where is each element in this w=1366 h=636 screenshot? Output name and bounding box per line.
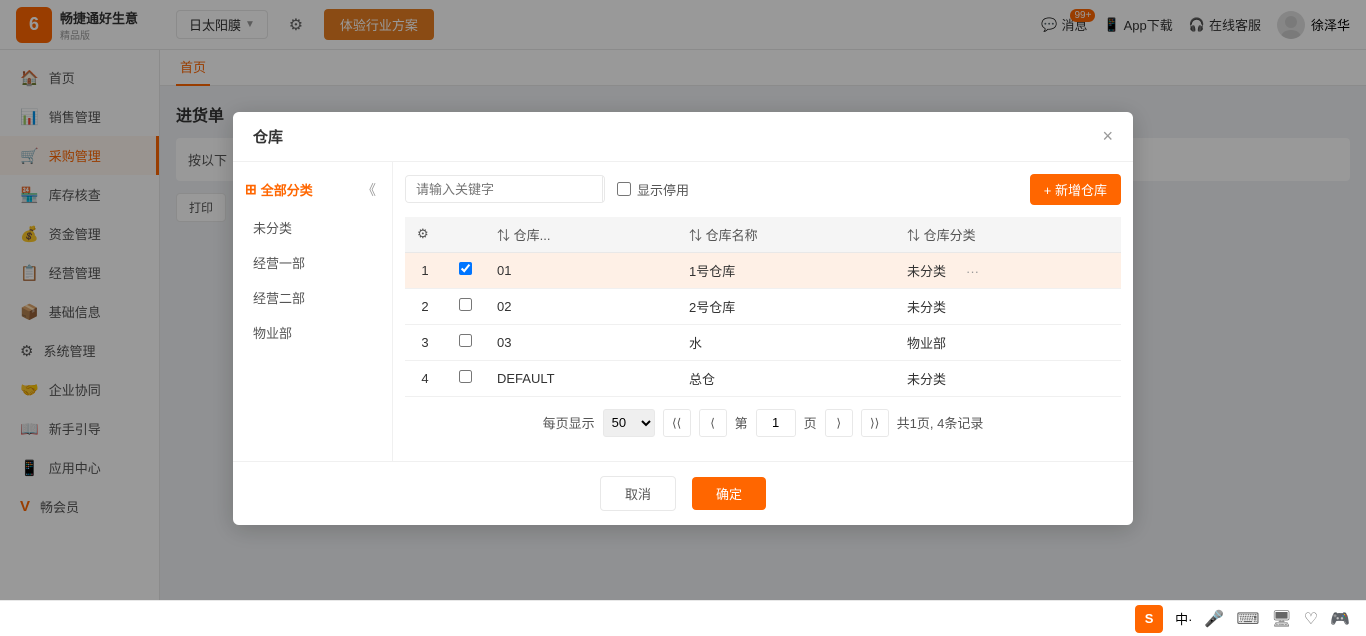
mic-icon[interactable]: 🎤: [1204, 609, 1224, 629]
modal-header: 仓库 ×: [233, 112, 1133, 162]
table-row[interactable]: 4 DEFAULT 总仓 未分类: [405, 360, 1121, 396]
bottom-label: 中·: [1175, 609, 1192, 628]
pagination: 每页显示 50 100 ⟨⟨ ⟨ 第 页 ⟩ ⟩⟩ 共1页, 4条记录: [405, 397, 1121, 449]
table-row[interactable]: 2 02 2号仓库 未分类: [405, 288, 1121, 324]
row-name: 2号仓库: [677, 288, 895, 324]
code-sort-icon: ⇅: [497, 228, 510, 243]
per-page-label: 每页显示: [543, 413, 595, 432]
next-page-button[interactable]: ⟩: [825, 409, 853, 437]
show-disabled-label: 显示停用: [637, 180, 689, 199]
row-name: 1号仓库: [677, 252, 895, 288]
page-label: 第: [735, 413, 748, 432]
collapse-icon[interactable]: 《: [358, 178, 380, 202]
modal-overlay[interactable]: 仓库 × ⊞ 全部分类 《 未分类 经营一部 经营二部 物业部: [0, 0, 1366, 636]
row-checkbox[interactable]: [445, 288, 485, 324]
page-input[interactable]: [756, 409, 796, 437]
table-row[interactable]: 3 03 水 物业部: [405, 324, 1121, 360]
show-disabled-checkbox[interactable]: [617, 182, 631, 196]
row-category: 未分类: [895, 288, 1121, 324]
modal-title: 仓库: [253, 126, 283, 147]
th-name: ⇅ 仓库名称: [677, 217, 895, 253]
monitor-icon[interactable]: 🖥: [1271, 609, 1291, 629]
heart-icon[interactable]: ♡: [1304, 609, 1318, 629]
all-category-text: 全部分类: [261, 180, 313, 199]
row-code: DEFAULT: [485, 360, 677, 396]
th-settings[interactable]: ⚙: [405, 217, 445, 253]
th-check: [445, 217, 485, 253]
keyboard-icon[interactable]: ⌨: [1236, 609, 1259, 629]
row-code: 01: [485, 252, 677, 288]
table-panel: 🔍 显示停用 + 新增仓库 ⚙: [393, 162, 1133, 461]
cancel-button[interactable]: 取消: [600, 476, 676, 511]
row-code: 02: [485, 288, 677, 324]
row-checkbox[interactable]: [445, 360, 485, 396]
close-icon[interactable]: ×: [1102, 127, 1113, 145]
table-row[interactable]: 1 01 1号仓库 未分类···: [405, 252, 1121, 288]
th-code: ⇅ 仓库...: [485, 217, 677, 253]
s-logo: S: [1135, 605, 1163, 633]
row-num: 4: [405, 360, 445, 396]
modal-footer: 取消 确定: [233, 461, 1133, 525]
warehouse-table: ⚙ ⇅ 仓库... ⇅ 仓库名称 ⇅: [405, 217, 1121, 397]
row-num: 1: [405, 252, 445, 288]
category-panel: ⊞ 全部分类 《 未分类 经营一部 经营二部 物业部: [233, 162, 393, 461]
category-item-property[interactable]: 物业部: [233, 315, 392, 350]
row-checkbox[interactable]: [445, 324, 485, 360]
row-category: 物业部: [895, 324, 1121, 360]
first-page-button[interactable]: ⟨⟨: [663, 409, 691, 437]
row-more-button[interactable]: ···: [966, 264, 979, 279]
row-code: 03: [485, 324, 677, 360]
add-warehouse-button[interactable]: + 新增仓库: [1030, 174, 1121, 205]
row-name: 水: [677, 324, 895, 360]
row-checkbox[interactable]: [445, 252, 485, 288]
table-toolbar: 🔍 显示停用 + 新增仓库: [405, 174, 1121, 205]
modal-body: ⊞ 全部分类 《 未分类 经营一部 经营二部 物业部 🔍: [233, 162, 1133, 461]
show-disabled-area: 显示停用: [617, 180, 689, 199]
category-item-dept1[interactable]: 经营一部: [233, 245, 392, 280]
row-num: 3: [405, 324, 445, 360]
confirm-button[interactable]: 确定: [692, 477, 766, 510]
bottom-bar: S 中· 🎤 ⌨ 🖥 ♡ 🎮: [0, 600, 1366, 636]
last-page-button[interactable]: ⟩⟩: [861, 409, 889, 437]
per-page-select[interactable]: 50 100: [603, 409, 655, 437]
warehouse-modal: 仓库 × ⊞ 全部分类 《 未分类 经营一部 经营二部 物业部: [233, 112, 1133, 525]
all-category-label[interactable]: ⊞ 全部分类: [245, 180, 313, 199]
category-item-dept2[interactable]: 经营二部: [233, 280, 392, 315]
th-category: ⇅ 仓库分类: [895, 217, 1121, 253]
page-unit: 页: [804, 413, 817, 432]
row-category: 未分类···: [895, 252, 1121, 288]
search-input[interactable]: [406, 177, 602, 202]
row-category: 未分类: [895, 360, 1121, 396]
category-item-unclassified[interactable]: 未分类: [233, 210, 392, 245]
category-header: ⊞ 全部分类 《: [233, 170, 392, 210]
category-sort-icon: ⇅: [907, 228, 920, 243]
prev-page-button[interactable]: ⟨: [699, 409, 727, 437]
gamepad-icon[interactable]: 🎮: [1330, 609, 1350, 629]
grid-icon: ⊞: [245, 181, 257, 198]
search-button[interactable]: 🔍: [602, 176, 605, 202]
search-box: 🔍: [405, 175, 605, 203]
name-sort-icon: ⇅: [689, 228, 702, 243]
row-name: 总仓: [677, 360, 895, 396]
row-num: 2: [405, 288, 445, 324]
total-info: 共1页, 4条记录: [897, 413, 984, 432]
